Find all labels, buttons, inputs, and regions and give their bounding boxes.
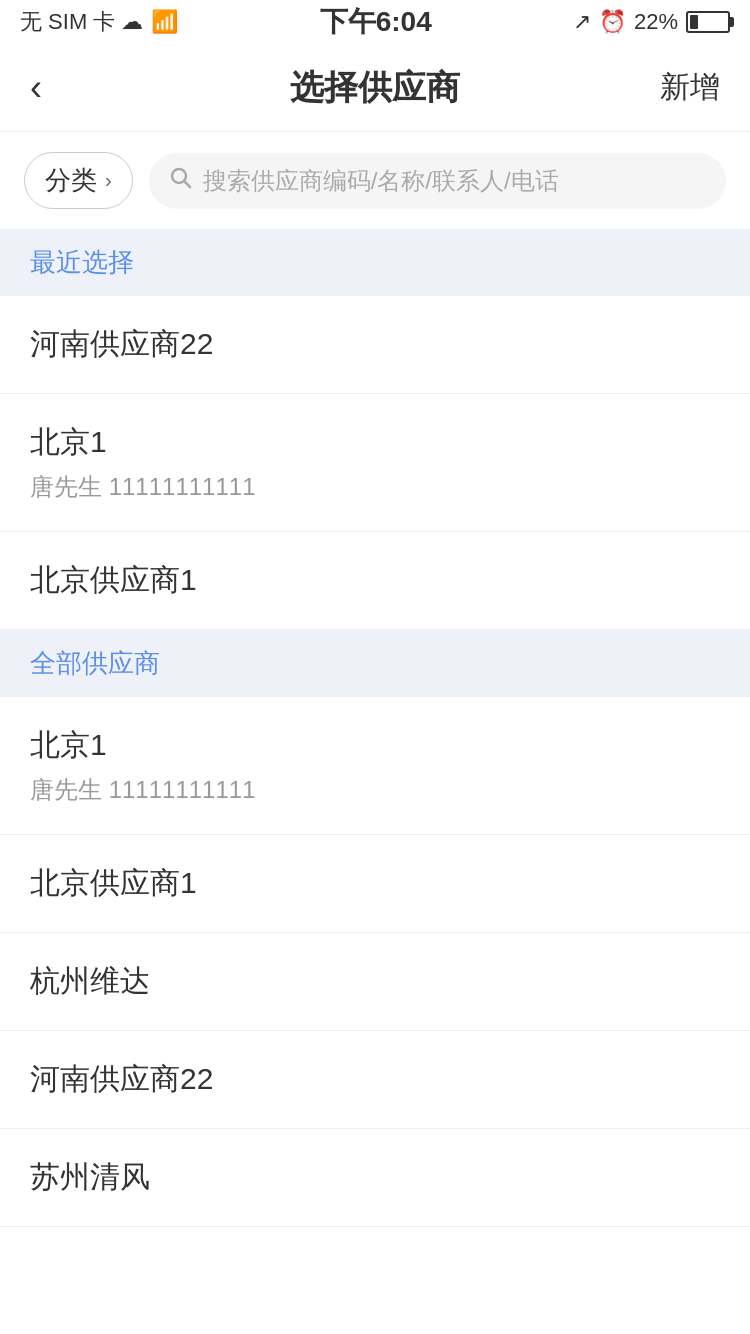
- battery-icon: [686, 11, 730, 33]
- category-filter-button[interactable]: 分类 ›: [24, 152, 133, 209]
- battery-percent: 22%: [634, 9, 678, 35]
- all-list: 北京1 唐先生 11111111111 北京供应商1 杭州维达河南供应商22 苏州清风: [0, 697, 750, 1227]
- location-icon: ↗: [573, 9, 591, 35]
- recent-section-label: 最近选择: [30, 247, 134, 277]
- recent-list-item[interactable]: 河南供应商22: [0, 296, 750, 394]
- all-list-item[interactable]: 河南供应商22: [0, 1031, 750, 1129]
- all-list-item[interactable]: 苏州清风: [0, 1129, 750, 1227]
- wifi-icon: 📶: [151, 9, 178, 35]
- page-title: 选择供应商: [290, 65, 460, 111]
- all-section-label: 全部供应商: [30, 648, 160, 678]
- status-bar-time: 下午6:04: [320, 3, 432, 41]
- list-item-name: 北京供应商1: [30, 560, 720, 601]
- list-item-name: 河南供应商22: [30, 1059, 720, 1100]
- list-item-name: 苏州清风: [30, 1157, 720, 1198]
- recent-section-header: 最近选择: [0, 229, 750, 296]
- all-list-item[interactable]: 北京1 唐先生 11111111111: [0, 697, 750, 835]
- alarm-icon: ⏰: [599, 9, 626, 35]
- back-button[interactable]: ‹: [30, 67, 90, 109]
- search-icon: [169, 166, 193, 196]
- all-section-header: 全部供应商: [0, 630, 750, 697]
- list-item-name: 河南供应商22: [30, 324, 720, 365]
- all-list-item[interactable]: 杭州维达: [0, 933, 750, 1031]
- status-bar-left: 无 SIM 卡 ☁ 📶: [20, 7, 178, 37]
- search-bar[interactable]: 搜索供应商编码/名称/联系人/电话: [149, 153, 726, 209]
- status-bar: 无 SIM 卡 ☁ 📶 下午6:04 ↗ ⏰ 22%: [0, 0, 750, 44]
- sim-status: 无 SIM 卡 ☁: [20, 7, 143, 37]
- list-item-name: 北京1: [30, 725, 720, 766]
- recent-list-item[interactable]: 北京1 唐先生 11111111111: [0, 394, 750, 532]
- filter-bar: 分类 › 搜索供应商编码/名称/联系人/电话: [0, 132, 750, 229]
- svg-line-1: [184, 181, 190, 187]
- chevron-right-icon: ›: [105, 169, 112, 192]
- list-item-name: 北京1: [30, 422, 720, 463]
- category-label: 分类: [45, 163, 97, 198]
- list-item-sub: 唐先生 11111111111: [30, 774, 720, 806]
- list-item-name: 北京供应商1: [30, 863, 720, 904]
- list-item-name: 杭州维达: [30, 961, 720, 1002]
- add-button[interactable]: 新增: [660, 67, 720, 108]
- recent-list-item[interactable]: 北京供应商1: [0, 532, 750, 630]
- search-placeholder-text: 搜索供应商编码/名称/联系人/电话: [203, 165, 559, 197]
- all-list-item[interactable]: 北京供应商1: [0, 835, 750, 933]
- list-item-sub: 唐先生 11111111111: [30, 471, 720, 503]
- nav-bar: ‹ 选择供应商 新增: [0, 44, 750, 132]
- recent-list: 河南供应商22 北京1 唐先生 11111111111 北京供应商1: [0, 296, 750, 630]
- status-bar-right: ↗ ⏰ 22%: [573, 9, 730, 35]
